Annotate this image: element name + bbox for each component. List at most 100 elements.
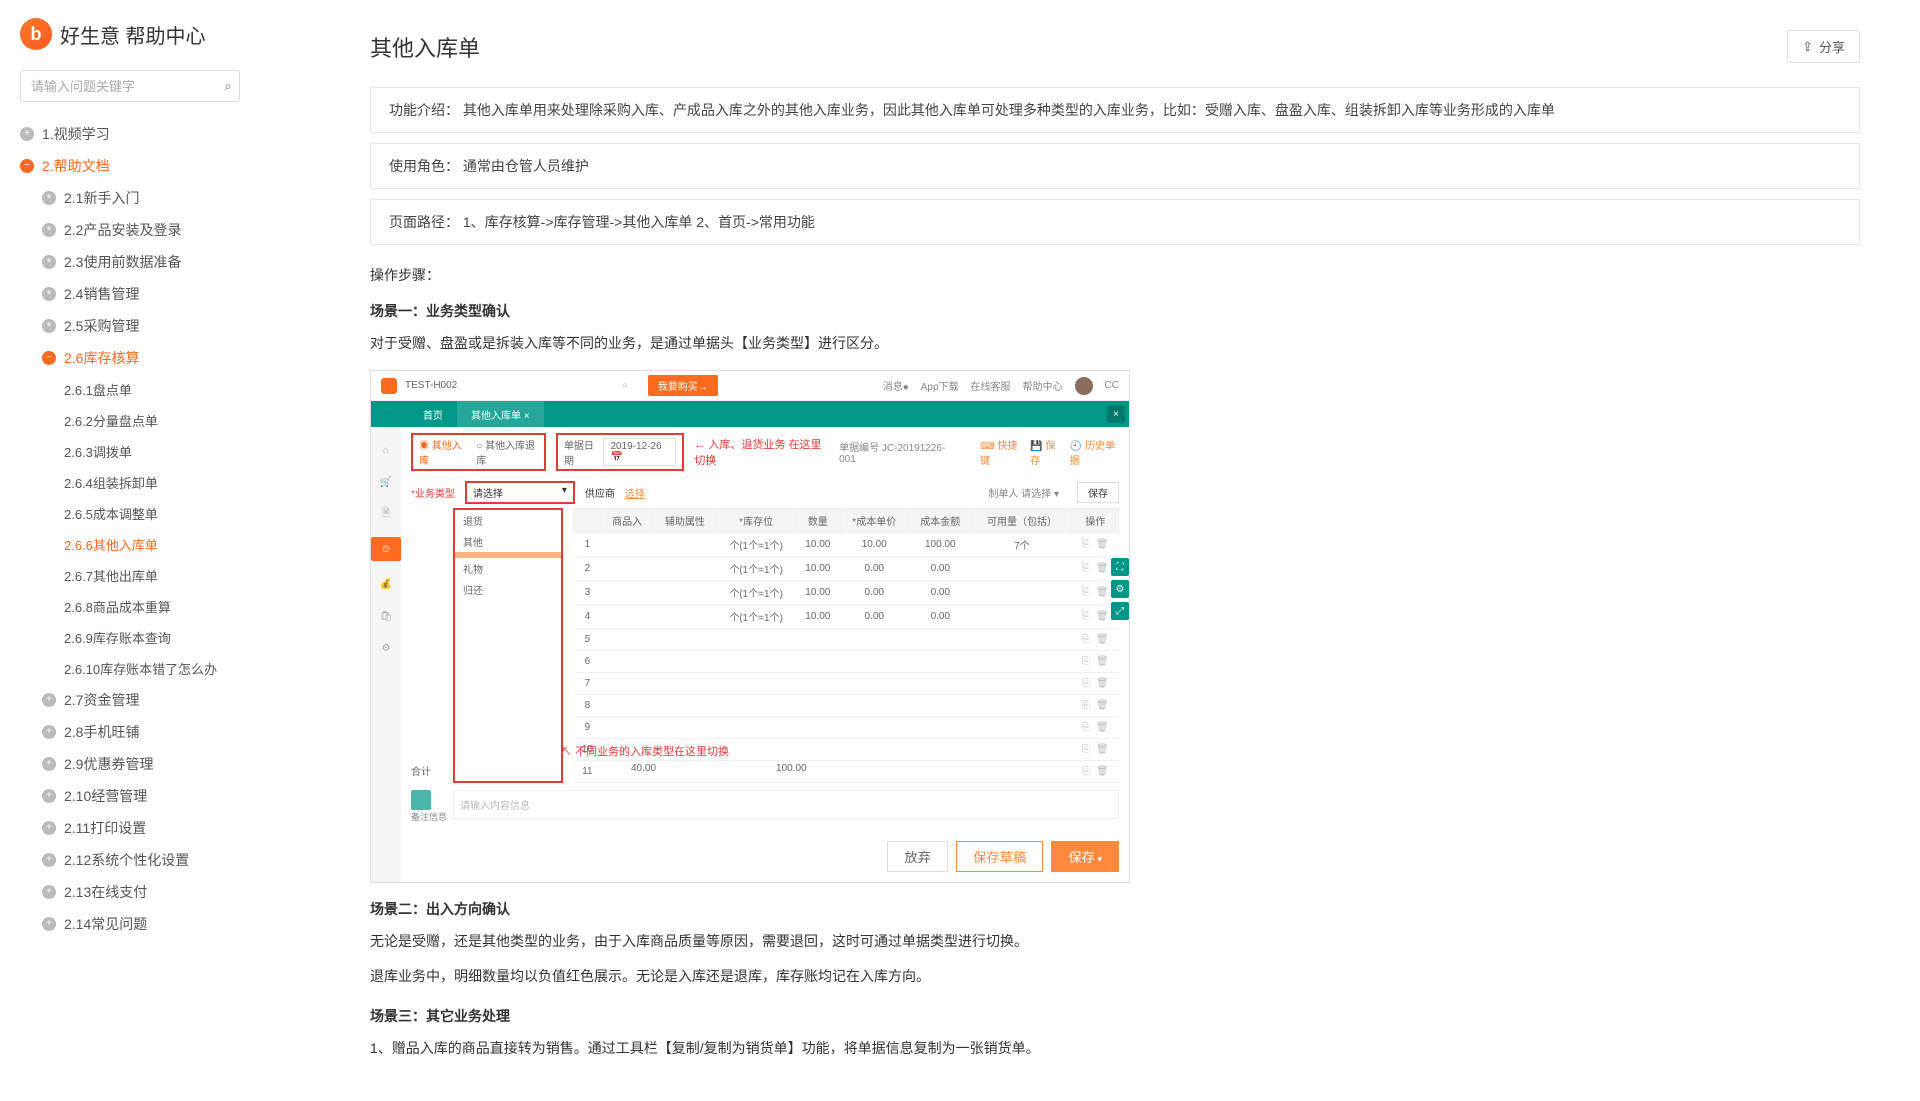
- copy-icon[interactable]: ⎘: [1082, 678, 1090, 689]
- nav-l2-item[interactable]: 2.8手机旺铺: [20, 716, 240, 748]
- help-link[interactable]: 帮助中心: [1023, 378, 1063, 393]
- close-icon[interactable]: ×: [1107, 405, 1125, 423]
- stock-icon[interactable]: ⏲: [371, 537, 401, 561]
- history-link[interactable]: 🕘 历史单据: [1070, 437, 1119, 467]
- save-button[interactable]: 保存: [1051, 841, 1119, 872]
- opt-returnback[interactable]: 归还: [455, 579, 561, 600]
- msg-link[interactable]: 消息●: [883, 378, 909, 393]
- nav-l3-item[interactable]: 2.6.2分量盘点单: [20, 405, 240, 436]
- maker-label: 制单人 请选择 ▾: [988, 485, 1059, 500]
- opt-return[interactable]: 退货: [455, 510, 561, 531]
- settings-icon[interactable]: ⚙: [377, 639, 395, 657]
- nav-l2-item[interactable]: 2.1新手入门: [20, 182, 240, 214]
- memo-input[interactable]: 请输入内容信息: [453, 790, 1119, 819]
- nav-l1-item[interactable]: 1.视频学习: [20, 118, 240, 150]
- opt-other[interactable]: 其他: [455, 531, 561, 552]
- biz-type-select[interactable]: 请选择▾: [465, 481, 575, 504]
- table-row[interactable]: 1个(1个=1个)10.0010.00100.007个⎘🗑: [574, 533, 1119, 557]
- search-box: ⌕: [20, 70, 240, 102]
- delete-icon[interactable]: 🗑: [1096, 634, 1109, 645]
- delete-icon[interactable]: 🗑: [1096, 587, 1109, 598]
- copy-icon[interactable]: ⎘: [1082, 634, 1090, 645]
- goods-icon[interactable]: 🛍: [377, 607, 395, 625]
- search-input[interactable]: [20, 70, 240, 102]
- delete-icon[interactable]: 🗑: [1096, 611, 1109, 622]
- avatar-icon[interactable]: [1075, 377, 1093, 395]
- try-button[interactable]: 我要购买→: [648, 375, 718, 396]
- nav-l2-item[interactable]: 2.11打印设置: [20, 812, 240, 844]
- save-link[interactable]: 💾 保存: [1030, 437, 1061, 467]
- delete-icon[interactable]: 🗑: [1096, 766, 1109, 777]
- delete-icon[interactable]: 🗑: [1096, 700, 1109, 711]
- radio-in[interactable]: ◉ 其他入库: [419, 437, 466, 467]
- table-row[interactable]: 3个(1个=1个)10.000.000.00⎘🗑: [574, 581, 1119, 605]
- nav-l3-item[interactable]: 2.6.6其他入库单: [20, 529, 240, 560]
- nav-l2-item[interactable]: 2.4销售管理: [20, 278, 240, 310]
- nav-l3-item[interactable]: 2.6.1盘点单: [20, 374, 240, 405]
- nav-l2-item[interactable]: 2.2产品安装及登录: [20, 214, 240, 246]
- delete-icon[interactable]: 🗑: [1096, 563, 1109, 574]
- money-icon[interactable]: 💰: [377, 575, 395, 593]
- table-row[interactable]: 5⎘🗑: [574, 629, 1119, 651]
- home-icon[interactable]: ⌂: [377, 441, 395, 459]
- nav-l3-item[interactable]: 2.6.7其他出库单: [20, 560, 240, 591]
- delete-icon[interactable]: 🗑: [1096, 722, 1109, 733]
- table-row[interactable]: 9⎘🗑: [574, 717, 1119, 739]
- nav-l3-item[interactable]: 2.6.8商品成本重算: [20, 591, 240, 622]
- nav-l1-item[interactable]: 2.帮助文档: [20, 150, 240, 182]
- date-field[interactable]: 单据日期 2019-12-26 📅: [556, 433, 684, 471]
- copy-icon[interactable]: ⎘: [1082, 766, 1090, 777]
- copy-icon[interactable]: ⎘: [1082, 587, 1090, 598]
- save-btn-sm[interactable]: 保存: [1077, 482, 1119, 503]
- nav-l2-item[interactable]: 2.9优惠券管理: [20, 748, 240, 780]
- table-row[interactable]: 2个(1个=1个)10.000.000.00⎘🗑: [574, 557, 1119, 581]
- nav-l2-item[interactable]: 2.5采购管理: [20, 310, 240, 342]
- delete-icon[interactable]: 🗑: [1096, 656, 1109, 667]
- draft-button[interactable]: 保存草稿: [956, 841, 1043, 872]
- nav-l3-item[interactable]: 2.6.9库存账本查询: [20, 622, 240, 653]
- tab-home[interactable]: 首页: [409, 401, 457, 427]
- biz-type-dropdown[interactable]: 退货 其他 礼物 归还: [453, 508, 563, 783]
- nav-l2-item[interactable]: 2.3使用前数据准备: [20, 246, 240, 278]
- supplier-select-link[interactable]: 选择: [625, 485, 645, 500]
- nav-l2-item[interactable]: 2.13在线支付: [20, 876, 240, 908]
- tab-other-in[interactable]: 其他入库单 ×: [457, 401, 544, 427]
- copy-icon[interactable]: ⎘: [1082, 539, 1090, 550]
- copy-icon[interactable]: ⎘: [1082, 656, 1090, 667]
- nav-l3-item[interactable]: 2.6.4组装拆卸单: [20, 467, 240, 498]
- copy-icon[interactable]: ⎘: [1082, 563, 1090, 574]
- nav-l3-item[interactable]: 2.6.10库存账本错了怎么办: [20, 653, 240, 684]
- discard-button[interactable]: 放弃: [887, 841, 948, 872]
- nav-l2-item[interactable]: 2.10经营管理: [20, 780, 240, 812]
- expand-icon[interactable]: ⛶: [1111, 558, 1129, 576]
- copy-icon[interactable]: ⎘: [1082, 700, 1090, 711]
- doc-icon[interactable]: 🗎: [377, 505, 395, 523]
- search-icon[interactable]: ⌕: [224, 78, 232, 95]
- doc-type-radio[interactable]: ◉ 其他入库 ○ 其他入库退库: [411, 433, 546, 471]
- delete-icon[interactable]: 🗑: [1096, 678, 1109, 689]
- table-row[interactable]: 4个(1个=1个)10.000.000.00⎘🗑: [574, 605, 1119, 629]
- nav-l2-item[interactable]: 2.6库存核算: [20, 342, 240, 374]
- copy-icon[interactable]: ⎘: [1082, 611, 1090, 622]
- minus-icon: [42, 351, 56, 365]
- delete-icon[interactable]: 🗑: [1096, 539, 1109, 550]
- opt-gift[interactable]: 礼物: [455, 558, 561, 579]
- hotkey-link[interactable]: ⌨ 快捷键: [980, 437, 1022, 467]
- support-link[interactable]: 在线客服: [971, 378, 1011, 393]
- filter-icon[interactable]: ⚙: [1111, 580, 1129, 598]
- table-row[interactable]: 7⎘🗑: [574, 673, 1119, 695]
- table-row[interactable]: 11⎘🗑: [574, 761, 1119, 783]
- app-download-link[interactable]: App下载: [921, 378, 959, 393]
- nav-l3-item[interactable]: 2.6.5成本调整单: [20, 498, 240, 529]
- share-button[interactable]: ⇪ 分享: [1787, 30, 1860, 63]
- nav-l3-item[interactable]: 2.6.3调拨单: [20, 436, 240, 467]
- full-icon[interactable]: ⤢: [1111, 602, 1129, 620]
- nav-l2-item[interactable]: 2.12系统个性化设置: [20, 844, 240, 876]
- radio-return[interactable]: ○ 其他入库退库: [476, 437, 538, 467]
- table-row[interactable]: 6⎘🗑: [574, 651, 1119, 673]
- table-row[interactable]: 8⎘🗑: [574, 695, 1119, 717]
- nav-l2-item[interactable]: 2.14常见问题: [20, 908, 240, 940]
- nav-l2-item[interactable]: 2.7资金管理: [20, 684, 240, 716]
- copy-icon[interactable]: ⎘: [1082, 722, 1090, 733]
- cart-icon[interactable]: 🛒: [377, 473, 395, 491]
